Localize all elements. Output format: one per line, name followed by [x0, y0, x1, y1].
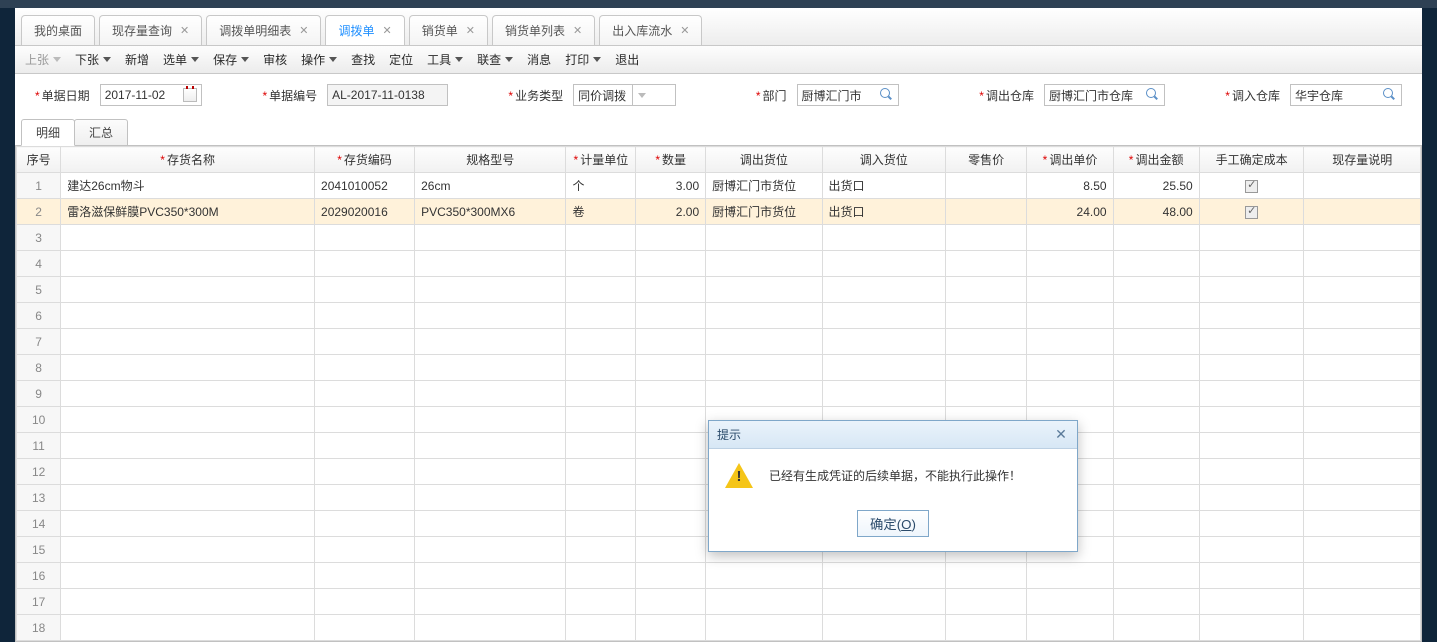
col-header-3[interactable]: 规格型号: [415, 147, 566, 173]
table-row[interactable]: 16: [17, 563, 1421, 589]
num-input: AL-2017-11-0138: [327, 84, 448, 106]
caret-down-icon: [241, 57, 249, 62]
table-row[interactable]: 18: [17, 615, 1421, 641]
dept-label: 部门: [763, 89, 787, 103]
caret-down-icon: [53, 57, 61, 62]
tab-6[interactable]: 出入库流水✕: [599, 15, 702, 45]
tab-close-icon[interactable]: ✕: [299, 24, 308, 37]
document-tabs: 我的桌面现存量查询✕调拨单明细表✕调拨单✕销货单✕销货单列表✕出入库流水✕: [15, 8, 1422, 46]
col-header-8[interactable]: 零售价: [945, 147, 1026, 173]
tab-2[interactable]: 调拨单明细表✕: [206, 15, 321, 45]
tab-close-icon[interactable]: ✕: [466, 24, 475, 37]
col-header-5[interactable]: *数量: [636, 147, 706, 173]
col-header-6[interactable]: 调出货位: [706, 147, 822, 173]
detail-table: 序号*存货名称*存货编码规格型号*计量单位*数量调出货位调入货位零售价*调出单价…: [15, 145, 1422, 642]
caret-down-icon: [191, 57, 199, 62]
dropdown-icon[interactable]: [632, 85, 650, 105]
dialog-message: 已经有生成凭证的后续单据，不能执行此操作！: [769, 463, 1021, 484]
table-row[interactable]: 5: [17, 277, 1421, 303]
tab-close-icon[interactable]: ✕: [573, 24, 582, 37]
manual-cost-checkbox[interactable]: [1245, 180, 1258, 193]
toolbar-工具[interactable]: 工具: [427, 51, 463, 68]
dialog-titlebar: 提示 ✕: [709, 421, 1077, 449]
manual-cost-checkbox[interactable]: [1245, 206, 1258, 219]
caret-down-icon: [103, 57, 111, 62]
toolbar-定位[interactable]: 定位: [389, 51, 413, 68]
outwh-input[interactable]: 厨博汇门市仓库: [1044, 84, 1165, 106]
col-header-12[interactable]: 现存量说明: [1304, 147, 1421, 173]
caret-down-icon: [329, 57, 337, 62]
toolbar-选单[interactable]: 选单: [163, 51, 199, 68]
tab-5[interactable]: 销货单列表✕: [492, 15, 595, 45]
tab-1[interactable]: 现存量查询✕: [99, 15, 202, 45]
toolbar: 上张下张新增选单保存审核操作查找定位工具联查消息打印退出: [15, 46, 1422, 74]
filter-bar: *单据日期 2017-11-02 *单据编号 AL-2017-11-0138 *…: [15, 74, 1422, 116]
table-row[interactable]: 7: [17, 329, 1421, 355]
alert-dialog: 提示 ✕ 已经有生成凭证的后续单据，不能执行此操作！ 确定(O): [708, 420, 1078, 552]
date-label: 单据日期: [42, 89, 90, 103]
col-header-10[interactable]: *调出金额: [1113, 147, 1199, 173]
col-header-2[interactable]: *存货编码: [315, 147, 415, 173]
tab-0[interactable]: 我的桌面: [21, 15, 95, 45]
table-row[interactable]: 6: [17, 303, 1421, 329]
table-row[interactable]: 4: [17, 251, 1421, 277]
tab-detail[interactable]: 明细: [21, 119, 75, 146]
tab-3[interactable]: 调拨单✕: [325, 15, 404, 45]
col-header-7[interactable]: 调入货位: [822, 147, 945, 173]
toolbar-保存[interactable]: 保存: [213, 51, 249, 68]
toolbar-查找[interactable]: 查找: [351, 51, 375, 68]
toolbar-下张[interactable]: 下张: [75, 51, 111, 68]
dialog-title: 提示: [717, 426, 741, 443]
tab-close-icon[interactable]: ✕: [180, 24, 189, 37]
inwh-input[interactable]: 华宇仓库: [1290, 84, 1402, 106]
table-row[interactable]: 2雷洛滋保鲜膜PVC350*300M2029020016PVC350*300MX…: [17, 199, 1421, 225]
col-header-9[interactable]: *调出单价: [1027, 147, 1113, 173]
toolbar-消息[interactable]: 消息: [527, 51, 551, 68]
search-icon[interactable]: [880, 88, 894, 102]
toolbar-上张: 上张: [25, 51, 61, 68]
tab-close-icon[interactable]: ✕: [383, 24, 392, 37]
col-header-0[interactable]: 序号: [17, 147, 61, 173]
toolbar-退出[interactable]: 退出: [615, 51, 639, 68]
table-row[interactable]: 3: [17, 225, 1421, 251]
dept-input[interactable]: 厨博汇门市: [797, 84, 900, 106]
search-icon[interactable]: [1146, 88, 1160, 102]
num-label: 单据编号: [269, 89, 317, 103]
caret-down-icon: [593, 57, 601, 62]
inwh-label: 调入仓库: [1232, 89, 1280, 103]
toolbar-操作[interactable]: 操作: [301, 51, 337, 68]
close-icon[interactable]: ✕: [1053, 427, 1069, 443]
col-header-11[interactable]: 手工确定成本: [1199, 147, 1304, 173]
tab-4[interactable]: 销货单✕: [409, 15, 488, 45]
search-icon[interactable]: [1383, 88, 1397, 102]
ok-button[interactable]: 确定(O): [857, 510, 929, 537]
date-input[interactable]: 2017-11-02: [100, 84, 203, 106]
warning-icon: [725, 463, 753, 488]
toolbar-联查[interactable]: 联查: [477, 51, 513, 68]
caret-down-icon: [455, 57, 463, 62]
tab-summary[interactable]: 汇总: [74, 119, 128, 146]
outwh-label: 调出仓库: [986, 89, 1034, 103]
col-header-1[interactable]: *存货名称: [61, 147, 315, 173]
toolbar-新增[interactable]: 新增: [125, 51, 149, 68]
col-header-4[interactable]: *计量单位: [566, 147, 636, 173]
table-row[interactable]: 17: [17, 589, 1421, 615]
calendar-icon[interactable]: [183, 88, 197, 102]
caret-down-icon: [505, 57, 513, 62]
table-row[interactable]: 8: [17, 355, 1421, 381]
type-label: 业务类型: [515, 89, 563, 103]
type-select[interactable]: 同价调拨: [573, 84, 676, 106]
toolbar-审核[interactable]: 审核: [263, 51, 287, 68]
tab-close-icon[interactable]: ✕: [680, 24, 689, 37]
toolbar-打印[interactable]: 打印: [565, 51, 601, 68]
table-row[interactable]: 1建达26cm物斗204101005226cm个3.00厨博汇门市货位出货口8.…: [17, 173, 1421, 199]
table-row[interactable]: 9: [17, 381, 1421, 407]
